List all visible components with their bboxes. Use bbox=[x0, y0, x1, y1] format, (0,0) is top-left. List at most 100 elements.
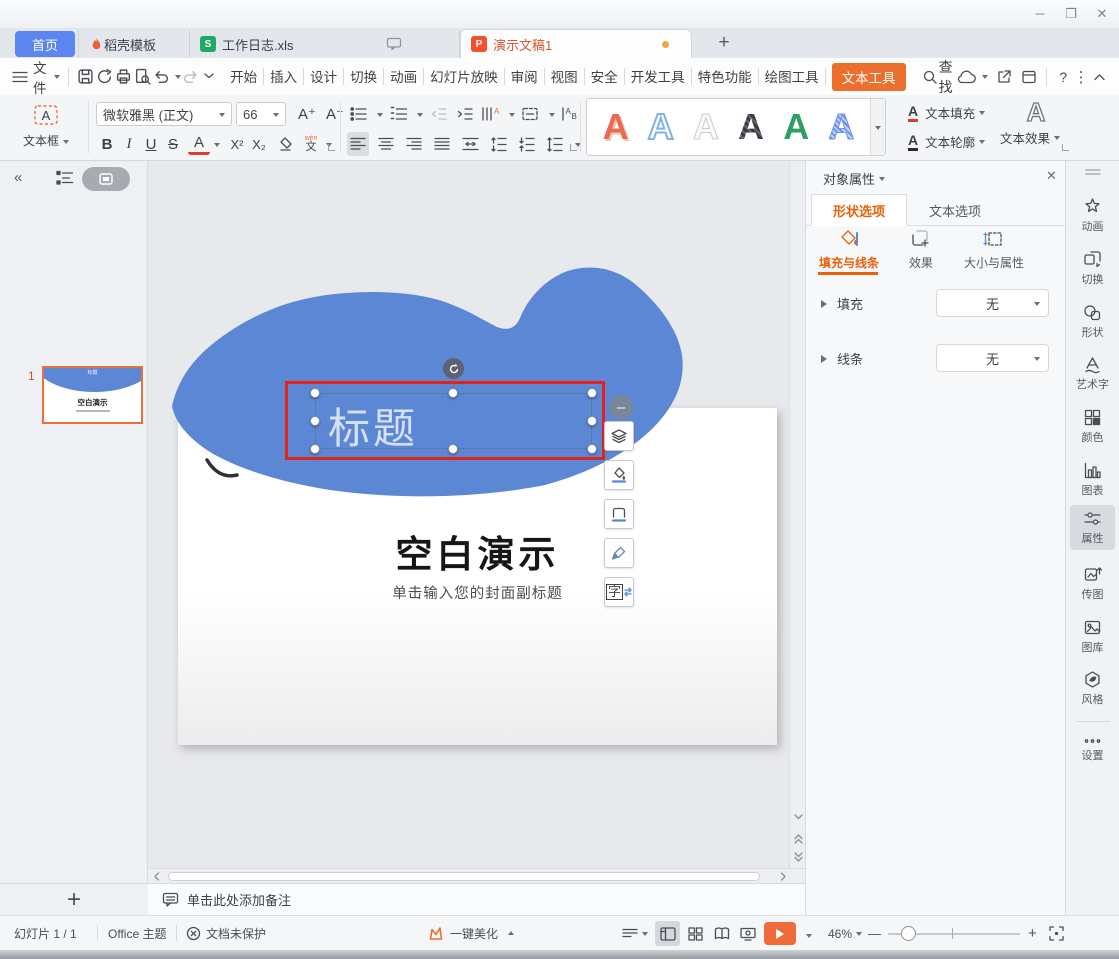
caret-down-icon[interactable] bbox=[509, 113, 515, 120]
dock-item-colors[interactable]: 颜色 bbox=[1070, 404, 1115, 449]
caret-down-icon[interactable] bbox=[549, 113, 555, 120]
dock-item-upload-image[interactable]: 传图 bbox=[1070, 561, 1115, 606]
effects-group-expander[interactable] bbox=[1062, 144, 1069, 151]
collapse-ribbon-chevron-icon[interactable] bbox=[1091, 65, 1107, 89]
dock-item-wordart[interactable]: 艺术字 bbox=[1070, 351, 1115, 396]
text-direction-button[interactable]: A bbox=[479, 102, 501, 126]
normal-view-button-active[interactable] bbox=[655, 921, 680, 946]
menu-tab-start[interactable]: 开始 bbox=[224, 68, 264, 85]
close-panel-button[interactable]: ✕ bbox=[1046, 168, 1057, 184]
window-minimize-button[interactable]: ─ bbox=[1027, 4, 1053, 24]
customize-quickbar-chevron-icon[interactable] bbox=[201, 65, 217, 89]
notes-toggle-button[interactable] bbox=[620, 921, 650, 946]
menu-tab-transition[interactable]: 切换 bbox=[344, 68, 384, 85]
wordart-style-2[interactable]: A bbox=[648, 101, 674, 153]
menu-tab-special-features[interactable]: 特色功能 bbox=[692, 68, 759, 85]
paragraph-group-expander[interactable] bbox=[570, 144, 577, 151]
line-spacing-options-button[interactable] bbox=[543, 132, 565, 156]
cloud-sync-icon[interactable] bbox=[957, 65, 977, 89]
window-maximize-button[interactable]: ❐ bbox=[1058, 4, 1084, 24]
presenter-view-button[interactable] bbox=[735, 921, 760, 946]
caret-down-icon[interactable] bbox=[417, 113, 423, 120]
increase-line-spacing-button[interactable] bbox=[487, 132, 509, 156]
increase-font-button[interactable]: A⁺ bbox=[296, 102, 318, 126]
line-select[interactable]: 无 bbox=[936, 344, 1049, 372]
italic-button[interactable]: I bbox=[118, 132, 140, 156]
theme-name[interactable]: Office 主题 bbox=[108, 916, 166, 951]
decrease-line-spacing-button[interactable] bbox=[515, 132, 537, 156]
subtab-size-and-properties[interactable]: 大小与属性 bbox=[954, 227, 1034, 271]
text-replace-button[interactable]: 字 bbox=[604, 577, 634, 607]
save-button[interactable] bbox=[77, 65, 94, 89]
decrease-indent-button[interactable] bbox=[427, 102, 449, 126]
horizontal-scrollbar[interactable] bbox=[148, 868, 805, 883]
zoom-out-button[interactable]: — bbox=[868, 916, 881, 951]
new-tab-button[interactable]: + bbox=[712, 32, 736, 54]
clear-format-icon[interactable] bbox=[274, 132, 296, 156]
font-group-expander[interactable] bbox=[328, 144, 335, 151]
tab-worklog-xls[interactable]: S 工作日志.xls bbox=[190, 30, 460, 58]
slide-thumbnail-1-selected[interactable]: 标题 空白演示 bbox=[42, 366, 143, 424]
decrease-font-button[interactable]: A⁻ bbox=[324, 102, 346, 126]
tab-home[interactable]: 首页 bbox=[15, 31, 75, 57]
caret-down-icon[interactable] bbox=[175, 75, 181, 82]
menu-tab-slideshow[interactable]: 幻灯片放映 bbox=[424, 68, 505, 85]
text-fill-button[interactable]: A 文本填充 bbox=[908, 103, 985, 122]
tab-docer-templates[interactable]: 稻壳模板 bbox=[78, 30, 190, 58]
gallery-scroll-button[interactable] bbox=[870, 99, 885, 155]
search-icon[interactable] bbox=[922, 65, 938, 89]
next-slide-icon[interactable] bbox=[791, 849, 805, 865]
menu-tab-view[interactable]: 视图 bbox=[545, 68, 585, 85]
dock-item-animation[interactable]: 动画 bbox=[1070, 193, 1115, 238]
increase-indent-button[interactable] bbox=[453, 102, 475, 126]
slide-subtitle[interactable]: 单击输入您的封面副标题 bbox=[178, 582, 777, 603]
tab-preview-bubble-icon[interactable] bbox=[386, 37, 402, 51]
horizontal-scroll-thumb[interactable] bbox=[168, 872, 760, 881]
one-click-beautify-button[interactable]: 一键美化 bbox=[428, 916, 514, 951]
menu-tab-devtools[interactable]: 开发工具 bbox=[625, 68, 692, 85]
wordart-style-1[interactable]: A bbox=[603, 101, 629, 153]
menu-tab-design[interactable]: 设计 bbox=[304, 68, 344, 85]
panel-title[interactable]: 对象属性 bbox=[823, 169, 885, 188]
dock-item-image-library[interactable]: 图库 bbox=[1070, 614, 1115, 659]
caret-down-icon[interactable] bbox=[214, 143, 220, 150]
numbered-list-button[interactable] bbox=[387, 102, 409, 126]
collapse-toolbar-button[interactable]: – bbox=[609, 395, 633, 419]
zoom-slider-thumb[interactable] bbox=[901, 926, 916, 941]
menu-tab-review[interactable]: 审阅 bbox=[505, 68, 545, 85]
align-right-button[interactable] bbox=[403, 132, 425, 156]
dock-drag-handle[interactable] bbox=[1085, 169, 1101, 175]
dock-item-charts[interactable]: 图表 bbox=[1070, 457, 1115, 502]
undo-button[interactable] bbox=[153, 65, 170, 89]
window-close-button[interactable]: ✕ bbox=[1089, 4, 1115, 24]
print-button[interactable] bbox=[115, 65, 132, 89]
format-brush-button[interactable] bbox=[604, 538, 634, 568]
justify-button[interactable] bbox=[431, 132, 453, 156]
thumbnail-view-toggle[interactable] bbox=[82, 167, 130, 191]
menu-tab-text-tools-active[interactable]: 文本工具 bbox=[832, 63, 906, 91]
help-button[interactable]: ? bbox=[1055, 65, 1071, 89]
menu-tab-drawing-tools[interactable]: 绘图工具 bbox=[759, 68, 826, 85]
subtab-fill-and-line-active[interactable]: 填充与线条 bbox=[818, 227, 880, 271]
print-preview-button[interactable] bbox=[134, 65, 151, 89]
reading-view-button[interactable] bbox=[709, 921, 734, 946]
collapse-panel-button[interactable]: « bbox=[14, 169, 22, 186]
menu-tab-animation[interactable]: 动画 bbox=[384, 68, 424, 85]
hamburger-menu-icon[interactable] bbox=[12, 65, 28, 89]
add-slide-button[interactable]: + bbox=[0, 883, 148, 915]
zoom-percentage[interactable]: 46% bbox=[828, 916, 862, 951]
text-effect-icon[interactable]: A bbox=[1014, 97, 1058, 128]
tab-shape-options[interactable]: 形状选项 bbox=[811, 194, 907, 226]
wordart-style-6[interactable]: A bbox=[828, 101, 854, 153]
insert-textbox-button[interactable]: A 文本框 bbox=[6, 99, 86, 149]
dock-item-properties-active[interactable]: 属性 bbox=[1070, 505, 1115, 550]
shape-outline-button[interactable] bbox=[604, 499, 634, 529]
fill-row-label[interactable]: 填充 bbox=[821, 294, 863, 313]
align-left-button-active[interactable] bbox=[347, 132, 369, 156]
zoom-in-button[interactable]: + bbox=[1028, 916, 1037, 951]
underline-button[interactable]: U bbox=[140, 132, 162, 156]
dock-item-shapes[interactable]: 形状 bbox=[1070, 299, 1115, 344]
fill-select[interactable]: 无 bbox=[936, 289, 1049, 317]
caret-down-icon[interactable] bbox=[377, 113, 383, 120]
dock-item-transition[interactable]: 切换 bbox=[1070, 246, 1115, 291]
